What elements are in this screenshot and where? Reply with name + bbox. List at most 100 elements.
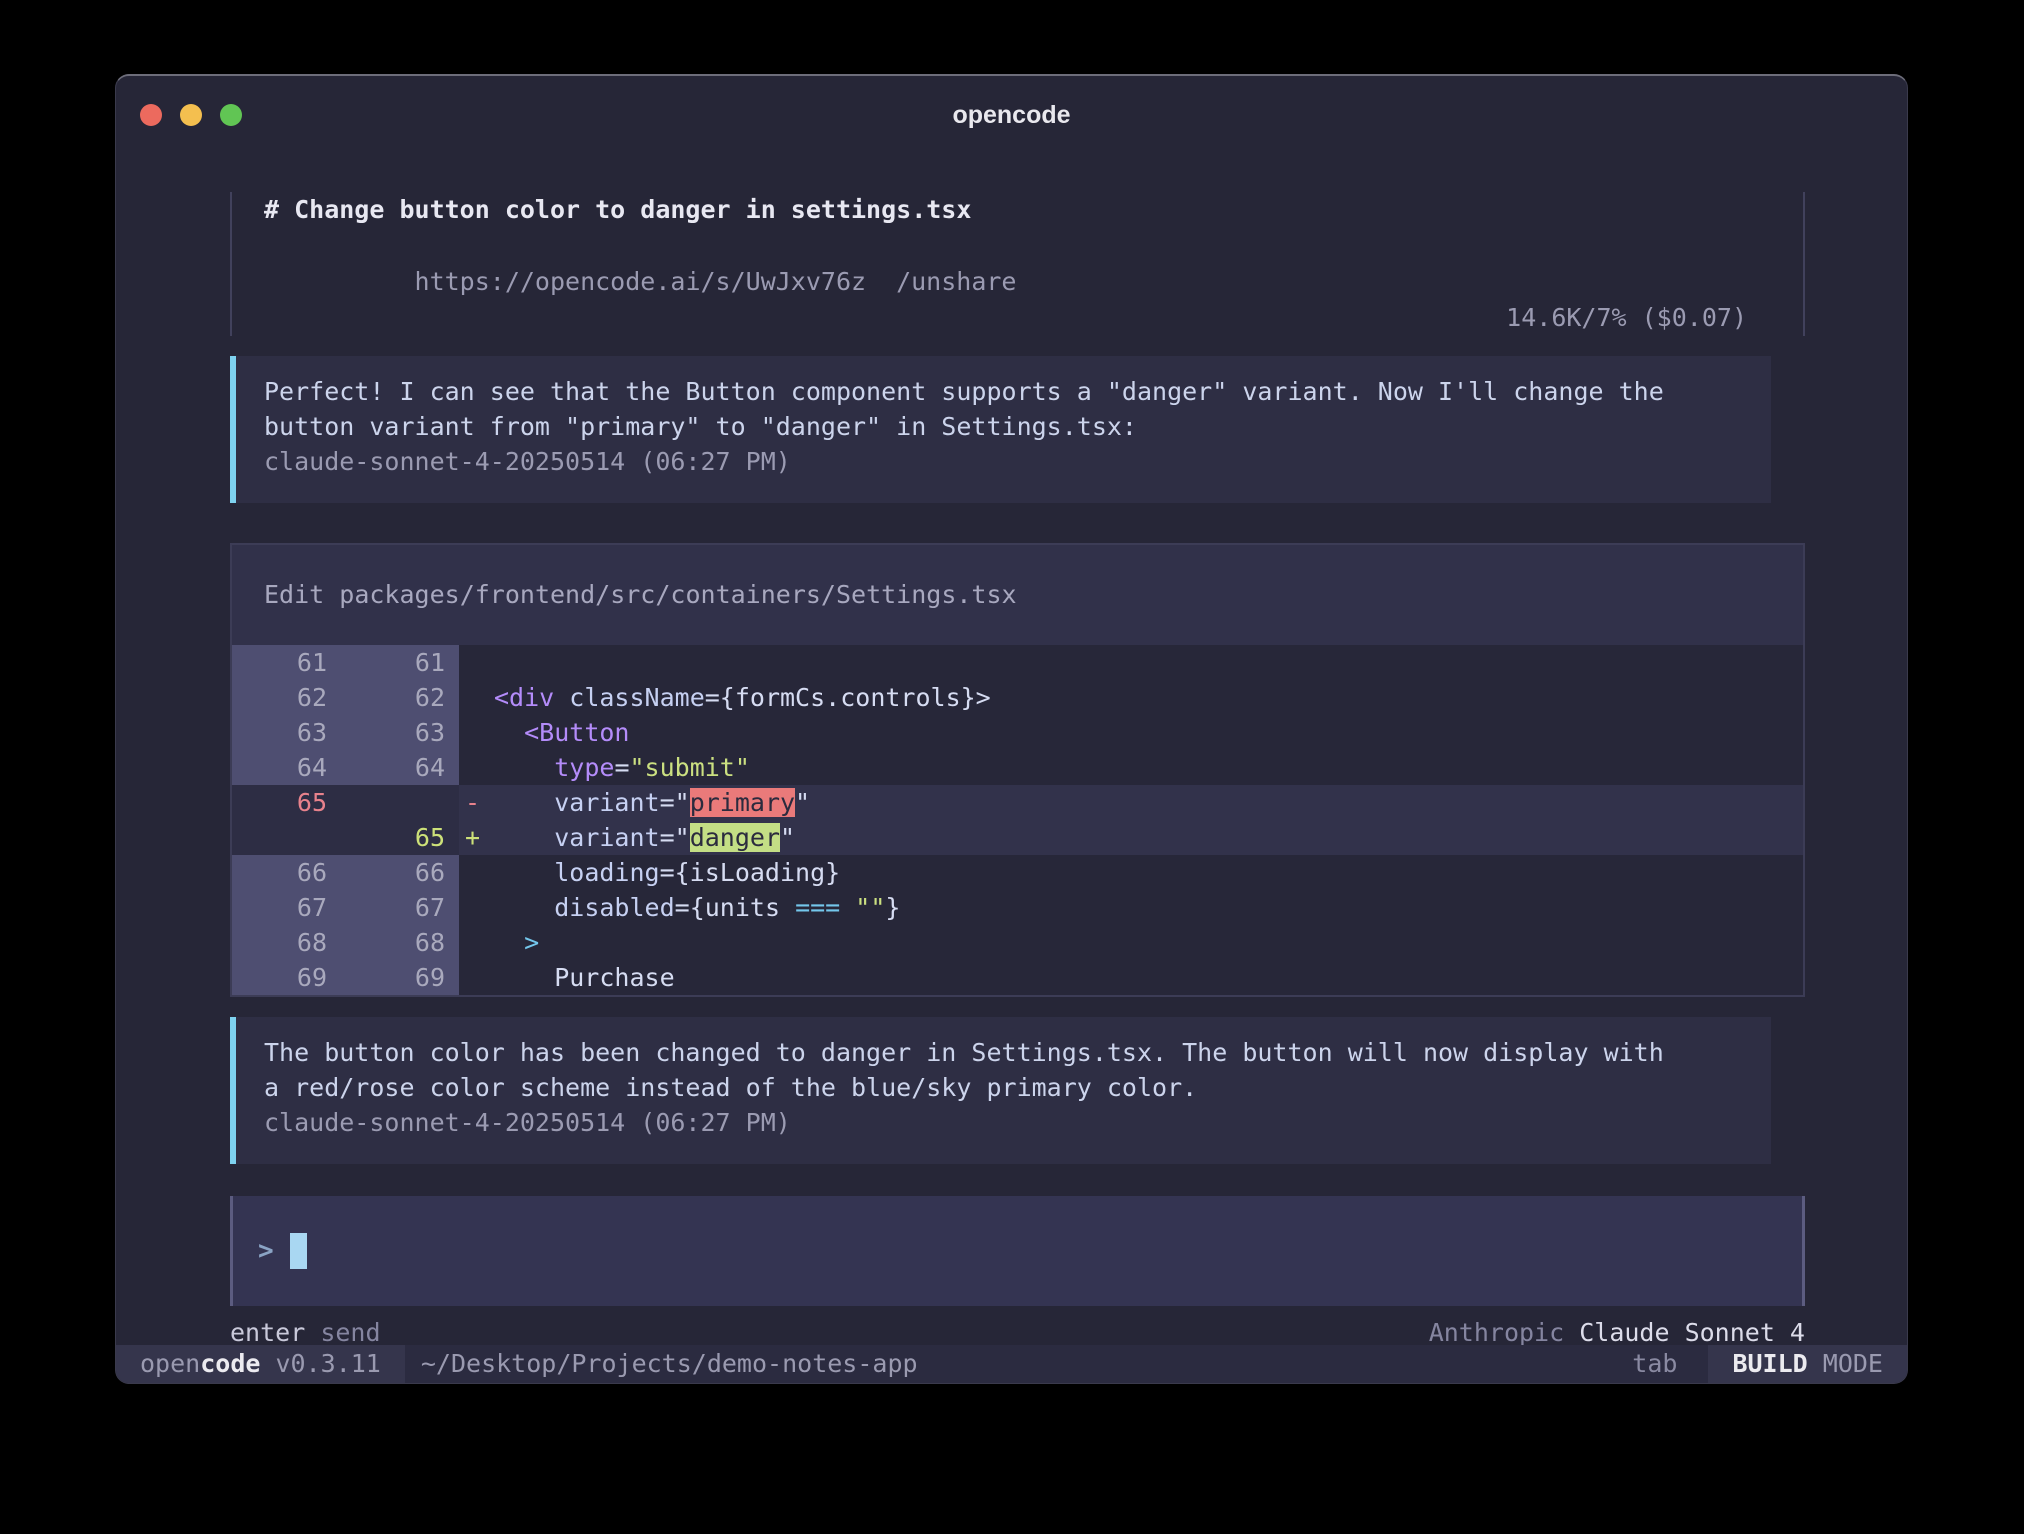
edit-tool-space xyxy=(324,580,339,609)
code-token: loading xyxy=(554,858,659,887)
code-token xyxy=(494,718,524,747)
diff-new-line-number xyxy=(345,785,459,820)
diff-code-line: variant="danger" xyxy=(494,820,1803,855)
diff-code-line: <div className={formCs.controls}> xyxy=(494,680,1803,715)
code-token: <div xyxy=(494,683,554,712)
diff-old-line-number: 64 xyxy=(232,750,345,785)
hint-bar: enter send Anthropic Claude Sonnet 4 xyxy=(230,1316,1805,1345)
diff-old-line-number: 62 xyxy=(232,680,345,715)
diff-new-line-number: 62 xyxy=(345,680,459,715)
model-indicator: Anthropic Claude Sonnet 4 xyxy=(1429,1316,1805,1345)
code-token: Purchase xyxy=(494,963,675,992)
diff-change-marker xyxy=(459,925,494,960)
code-token: " xyxy=(780,823,795,852)
prompt-input[interactable]: > xyxy=(230,1196,1805,1306)
diff-code-line: loading={isLoading} xyxy=(494,855,1803,890)
code-token: === xyxy=(795,893,840,922)
code-token: = xyxy=(614,753,629,782)
diff-change-marker: + xyxy=(459,820,494,855)
diff-row: 6666 loading={isLoading} xyxy=(232,855,1803,890)
diff-new-line-number: 65 xyxy=(345,820,459,855)
diff-change-marker: - xyxy=(459,785,494,820)
diff-new-line-number: 69 xyxy=(345,960,459,995)
edit-tool-file-path: packages/frontend/src/containers/Setting… xyxy=(339,580,1016,609)
session-share-line: https://opencode.ai/s/UwJxv76z/unshare xyxy=(264,228,1016,336)
assistant-message: Perfect! I can see that the Button compo… xyxy=(230,356,1771,503)
mode-name: BUILD xyxy=(1732,1349,1807,1378)
main-area: # Change button color to danger in setti… xyxy=(116,154,1907,1345)
code-token xyxy=(494,788,554,817)
tab-key-hint[interactable]: tab xyxy=(1632,1345,1677,1383)
session-header: # Change button color to danger in setti… xyxy=(230,192,1805,336)
diff-old-line-number: 61 xyxy=(232,645,345,680)
message-list: Perfect! I can see that the Button compo… xyxy=(230,356,1805,503)
message-line: Perfect! I can see that the Button compo… xyxy=(264,374,1743,409)
code-token: "submit" xyxy=(630,753,750,782)
mode-indicator: BUILD MODE xyxy=(1705,1345,1907,1383)
code-token: type xyxy=(554,753,614,782)
code-token: variant xyxy=(554,823,659,852)
app-name-prefix: open xyxy=(140,1349,200,1378)
prompt-icon: > xyxy=(258,1236,274,1266)
diff-code-line: disabled={units === ""} xyxy=(494,890,1803,925)
code-token: variant xyxy=(554,788,659,817)
send-label xyxy=(305,1318,320,1345)
diff-code-line: <Button xyxy=(494,715,1803,750)
status-bar: opencode v0.3.11 ~/Desktop/Projects/demo… xyxy=(116,1345,1907,1383)
code-token xyxy=(494,823,554,852)
diff-old-line-number: 65 xyxy=(232,785,345,820)
code-token xyxy=(494,858,554,887)
code-token: disabled xyxy=(554,893,674,922)
unshare-command[interactable]: /unshare xyxy=(896,267,1016,296)
diff-code-line: type="submit" xyxy=(494,750,1803,785)
diff-code-line: Purchase xyxy=(494,960,1803,995)
message-list-2: The button color has been changed to dan… xyxy=(230,1017,1805,1164)
diff-old-line-number: 63 xyxy=(232,715,345,750)
diff-old-line-number: 69 xyxy=(232,960,345,995)
window-title: opencode xyxy=(116,76,1907,154)
diff-code-line xyxy=(494,645,1803,680)
share-url[interactable]: https://opencode.ai/s/UwJxv76z xyxy=(415,267,867,296)
code-token: =" xyxy=(660,823,690,852)
code-token: danger xyxy=(690,823,780,852)
diff-old-line-number: 66 xyxy=(232,855,345,890)
code-token: ={isLoading} xyxy=(660,858,841,887)
app-version: v0.3.11 xyxy=(276,1349,381,1378)
message-model-meta: claude-sonnet-4-20250514 (06:27 PM) xyxy=(264,444,1743,479)
diff-new-line-number: 64 xyxy=(345,750,459,785)
code-token: ={units xyxy=(675,893,795,922)
code-token: className xyxy=(569,683,704,712)
code-token: " xyxy=(795,788,810,817)
message-line: button variant from "primary" to "danger… xyxy=(264,409,1743,444)
status-bar-spacer xyxy=(918,1345,1633,1383)
diff-row: 6363 <Button xyxy=(232,715,1803,750)
titlebar: opencode xyxy=(116,76,1907,154)
provider-label: Anthropic xyxy=(1429,1318,1564,1345)
diff-change-marker xyxy=(459,855,494,890)
session-header-left: # Change button color to danger in setti… xyxy=(264,192,1016,336)
diff-row: 6262 <div className={formCs.controls}> xyxy=(232,680,1803,715)
edit-tool-verb: Edit xyxy=(264,580,324,609)
diff-new-line-number: 66 xyxy=(345,855,459,890)
code-token xyxy=(840,893,855,922)
diff-code-line: > xyxy=(494,925,1803,960)
working-directory: ~/Desktop/Projects/demo-notes-app xyxy=(421,1345,918,1383)
message-line: The button color has been changed to dan… xyxy=(264,1035,1743,1070)
code-token xyxy=(554,683,569,712)
edit-tool-header: Edit packages/frontend/src/containers/Se… xyxy=(232,545,1803,645)
diff-new-line-number: 67 xyxy=(345,890,459,925)
diff-change-marker xyxy=(459,750,494,785)
enter-key-hint: enter xyxy=(230,1318,305,1345)
diff-new-line-number: 61 xyxy=(345,645,459,680)
app-name-suffix: code xyxy=(200,1349,260,1378)
app-version-chip: opencode v0.3.11 xyxy=(116,1345,405,1383)
session-title: # Change button color to danger in setti… xyxy=(264,192,1016,228)
diff-old-line-number: 68 xyxy=(232,925,345,960)
text-cursor xyxy=(290,1233,307,1269)
diff-view: 61616262 <div className={formCs.controls}… xyxy=(232,645,1803,995)
opencode-window: opencode # Change button color to danger… xyxy=(115,74,1908,1384)
code-token xyxy=(494,893,554,922)
diff-row: 6969 Purchase xyxy=(232,960,1803,995)
code-token: <Button xyxy=(524,718,629,747)
code-token xyxy=(494,753,554,782)
